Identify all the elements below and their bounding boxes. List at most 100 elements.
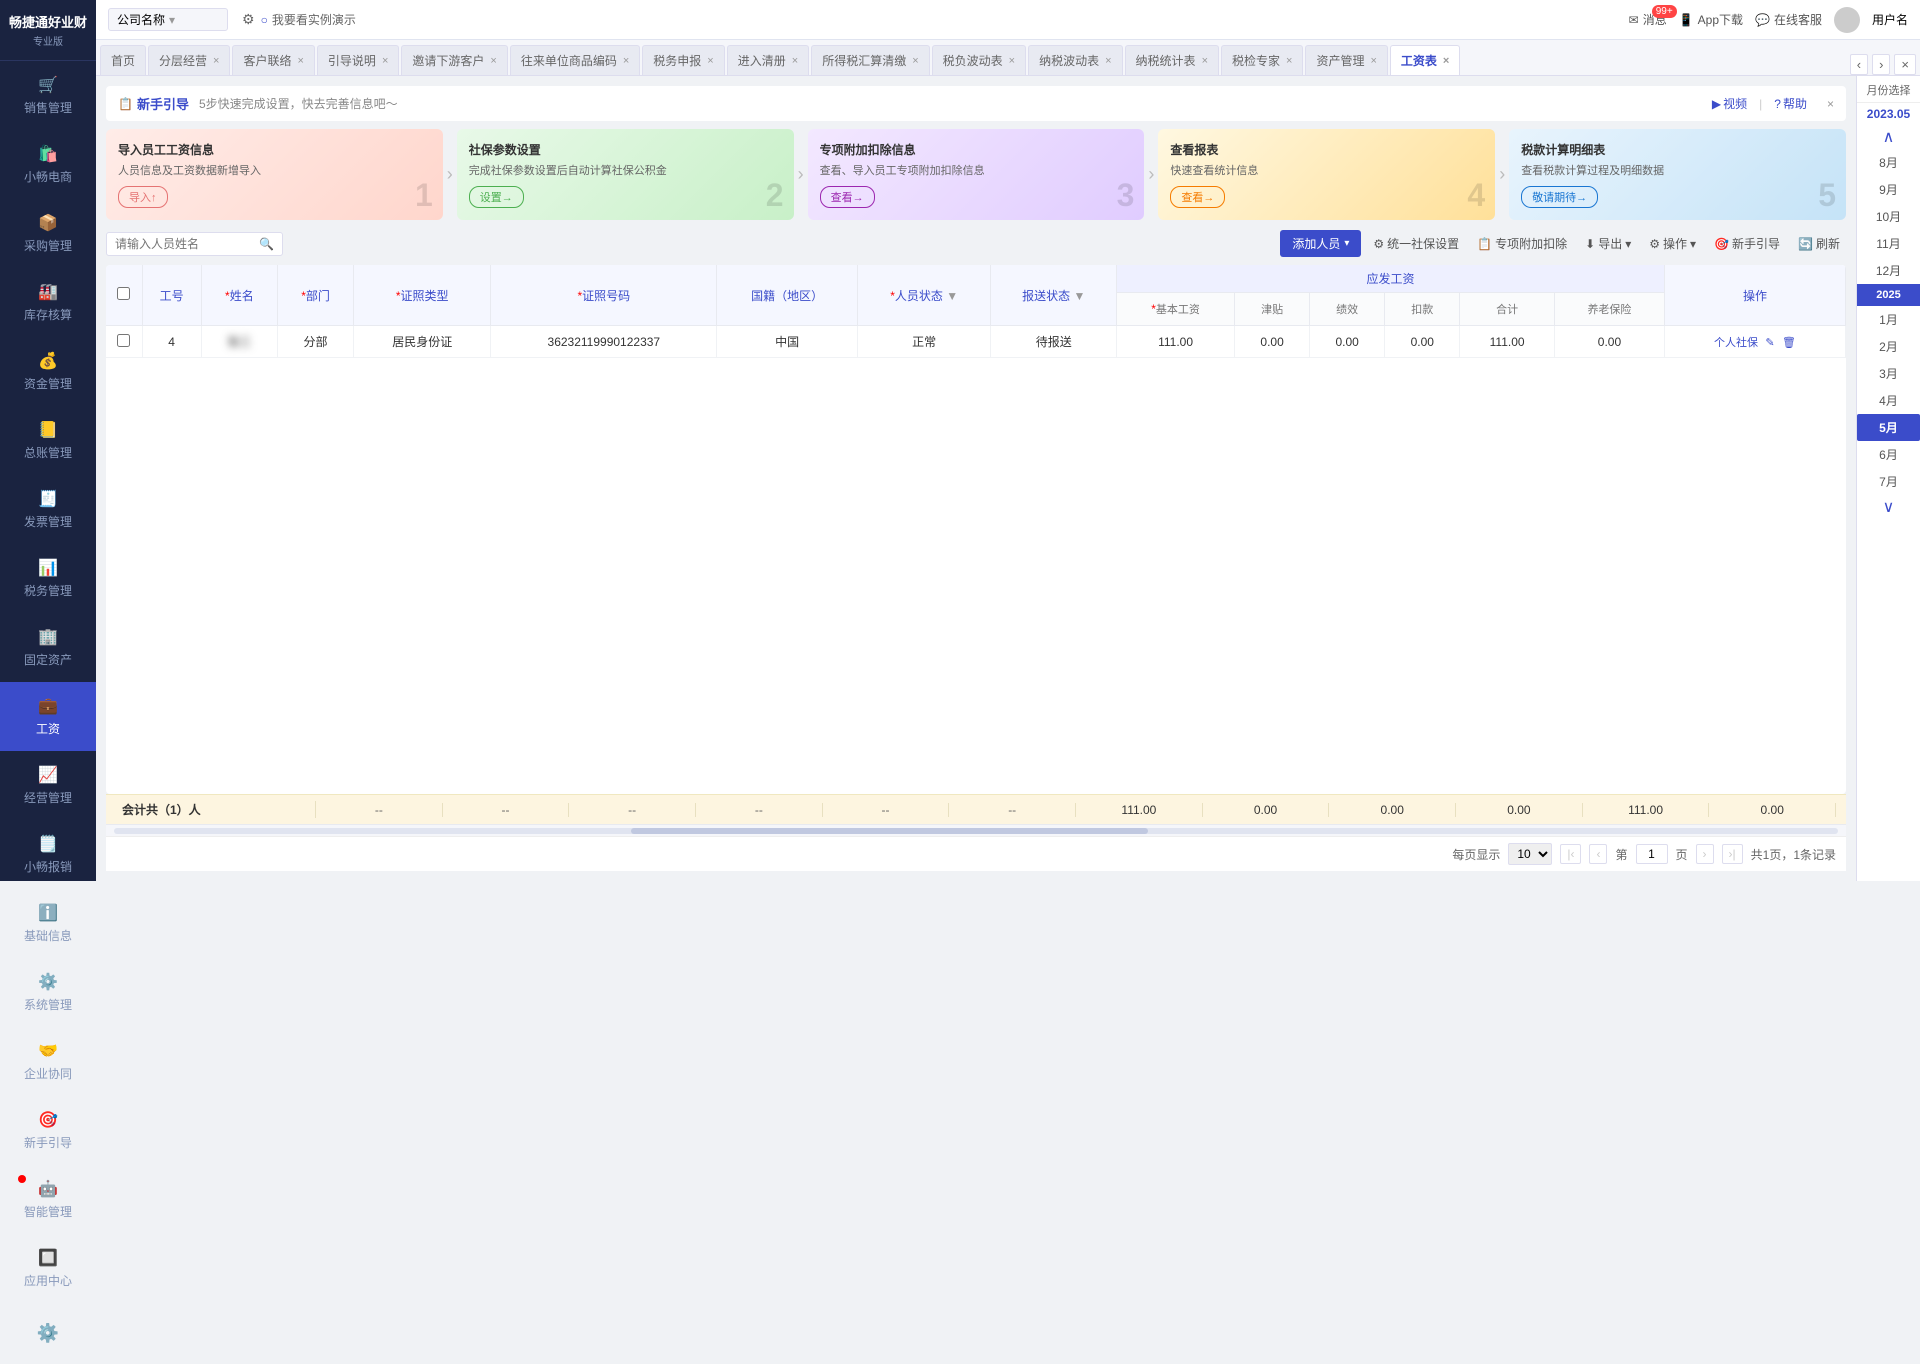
app-download-btn[interactable]: 📱 App下载 (1679, 11, 1743, 28)
row-select-checkbox[interactable] (117, 334, 130, 347)
demo-link[interactable]: ○ 我要看实例演示 (261, 11, 356, 28)
sidebar-item-inventory[interactable]: 🏭 库存核算 (0, 268, 96, 337)
tab-income-tax[interactable]: 所得税汇算清缴× (811, 45, 929, 75)
sidebar-item-purchase[interactable]: 📦 采购管理 (0, 199, 96, 268)
next-page-btn[interactable]: › (1696, 844, 1714, 864)
month-item-12[interactable]: 12月 (1857, 257, 1920, 284)
tab-clearance[interactable]: 进入清册× (727, 45, 809, 75)
tab-close-icon[interactable]: × (1105, 55, 1111, 67)
month-item-4[interactable]: 4月 (1857, 387, 1920, 414)
tab-assets[interactable]: 资产管理× (1305, 45, 1387, 75)
month-item-2[interactable]: 2月 (1857, 333, 1920, 360)
tab-close-icon[interactable]: × (490, 55, 496, 67)
month-down-btn[interactable]: ∨ (1879, 495, 1899, 519)
tab-invite[interactable]: 邀请下游客户× (401, 45, 507, 75)
sidebar-item-invoice[interactable]: 🧾 发票管理 (0, 475, 96, 544)
settings-gear-icon[interactable]: ⚙️ (29, 1315, 67, 1352)
special-deduct-btn[interactable]: 📋 专项附加扣除 (1471, 231, 1573, 256)
step-2-action-btn[interactable]: 设置→ (469, 186, 524, 208)
tab-close-icon[interactable]: × (1370, 55, 1376, 67)
step-1-action-btn[interactable]: 导入↑ (118, 186, 168, 208)
tab-close-icon[interactable]: × (912, 55, 918, 67)
month-item-1[interactable]: 1月 (1857, 306, 1920, 333)
search-input[interactable] (115, 237, 255, 251)
message-btn[interactable]: ✉ 消息 99+ (1629, 11, 1667, 28)
month-item-11[interactable]: 11月 (1857, 230, 1920, 257)
last-page-btn[interactable]: ›| (1722, 844, 1743, 864)
newuser-guide-btn[interactable]: 🎯 新手引导 (1708, 231, 1786, 256)
tab-close-icon[interactable]: × (707, 55, 713, 67)
username-label[interactable]: 用户名 (1872, 11, 1908, 28)
step-4-action-btn[interactable]: 查看→ (1170, 186, 1225, 208)
settings-icon[interactable]: ⚙ (242, 11, 255, 28)
sidebar-item-smart[interactable]: 🤖 智能管理 (0, 1165, 96, 1234)
tab-tax-expert[interactable]: 税检专家× (1221, 45, 1303, 75)
month-item-10[interactable]: 10月 (1857, 203, 1920, 230)
social-security-btn[interactable]: ⚙ 统一社保设置 (1367, 231, 1465, 256)
prev-page-btn[interactable]: ‹ (1589, 844, 1607, 864)
first-page-btn[interactable]: |‹ (1560, 844, 1581, 864)
tab-close-all-btn[interactable]: × (1894, 54, 1916, 75)
op-social-btn[interactable]: 个人社保 (1714, 337, 1758, 349)
month-up-btn[interactable]: ∧ (1879, 125, 1899, 149)
sidebar-item-ledger[interactable]: 📒 总账管理 (0, 406, 96, 475)
guide-help-btn[interactable]: ? 帮助 (1774, 95, 1807, 112)
tab-close-icon[interactable]: × (623, 55, 629, 67)
status-filter-icon[interactable]: ▼ (946, 289, 958, 303)
step-3-action-btn[interactable]: 查看→ (820, 186, 875, 208)
sidebar-item-ecommerce[interactable]: 🛍️ 小畅电商 (0, 130, 96, 199)
tab-close-icon[interactable]: × (213, 55, 219, 67)
select-all-checkbox[interactable] (117, 287, 130, 300)
add-person-btn[interactable]: 添加人员 ▾ (1280, 230, 1361, 257)
online-service-btn[interactable]: 💬 在线客服 (1755, 11, 1822, 28)
tab-product-code[interactable]: 往来单位商品编码× (510, 45, 640, 75)
tab-tax-report[interactable]: 税务申报× (642, 45, 724, 75)
sidebar-item-system[interactable]: ⚙️ 系统管理 (0, 958, 96, 1027)
tab-customer[interactable]: 客户联络× (232, 45, 314, 75)
tab-tax-stats[interactable]: 纳税统计表× (1125, 45, 1219, 75)
tab-close-icon[interactable]: × (1202, 55, 1208, 67)
sidebar-item-appcenter[interactable]: 🔲 应用中心 (0, 1234, 96, 1303)
user-avatar[interactable] (1834, 7, 1860, 33)
tab-salary[interactable]: 工资表× (1390, 45, 1460, 75)
sidebar-item-report[interactable]: 🗒️ 小畅报销 (0, 820, 96, 889)
sidebar-item-operation[interactable]: 📈 经营管理 (0, 751, 96, 820)
month-item-8[interactable]: 8月 (1857, 149, 1920, 176)
sidebar-item-sales[interactable]: 🛒 销售管理 (0, 61, 96, 130)
sendstatus-filter-icon[interactable]: ▼ (1074, 289, 1086, 303)
tab-layered[interactable]: 分层经营× (148, 45, 230, 75)
step-5-action-btn[interactable]: 敬请期待→ (1521, 186, 1598, 208)
company-selector[interactable]: 公司名称 ▾ (108, 8, 228, 31)
sidebar-item-guide[interactable]: 🎯 新手引导 (0, 1096, 96, 1165)
tab-close-icon[interactable]: × (382, 55, 388, 67)
month-item-3[interactable]: 3月 (1857, 360, 1920, 387)
sidebar-item-salary[interactable]: 💼 工资 (0, 682, 96, 751)
tab-next-btn[interactable]: › (1872, 54, 1890, 75)
tab-close-icon[interactable]: × (1009, 55, 1015, 67)
tab-tax-burden[interactable]: 税负波动表× (932, 45, 1026, 75)
search-icon[interactable]: 🔍 (259, 237, 274, 251)
export-btn[interactable]: ⬇ 导出 ▾ (1579, 231, 1637, 256)
month-item-7[interactable]: 7月 (1857, 468, 1920, 495)
sidebar-item-tax[interactable]: 📊 税务管理 (0, 544, 96, 613)
tab-tax-fluctuation[interactable]: 纳税波动表× (1028, 45, 1122, 75)
guide-video-btn[interactable]: ▶ 视频 (1712, 95, 1747, 112)
sidebar-item-basic[interactable]: ℹ️ 基础信息 (0, 889, 96, 958)
sidebar-item-finance[interactable]: 💰 资金管理 (0, 337, 96, 406)
tab-close-icon[interactable]: × (1443, 55, 1449, 67)
tab-home[interactable]: 首页 (100, 45, 146, 75)
op-edit-icon[interactable]: ✎ (1765, 337, 1774, 349)
month-item-9[interactable]: 9月 (1857, 176, 1920, 203)
tab-close-icon[interactable]: × (792, 55, 798, 67)
sidebar-item-collab[interactable]: 🤝 企业协同 (0, 1027, 96, 1096)
tab-guide-desc[interactable]: 引导说明× (317, 45, 399, 75)
month-item-5[interactable]: 5月 (1857, 414, 1920, 441)
sidebar-item-fixedassets[interactable]: 🏢 固定资产 (0, 613, 96, 682)
operation-btn[interactable]: ⚙ 操作 ▾ (1643, 231, 1702, 256)
guide-close-btn[interactable]: × (1827, 97, 1834, 111)
company-dropdown-icon[interactable]: ▾ (169, 13, 175, 27)
tab-prev-btn[interactable]: ‹ (1850, 54, 1868, 75)
month-item-6[interactable]: 6月 (1857, 441, 1920, 468)
page-number-input[interactable] (1636, 844, 1668, 864)
tab-close-icon[interactable]: × (297, 55, 303, 67)
